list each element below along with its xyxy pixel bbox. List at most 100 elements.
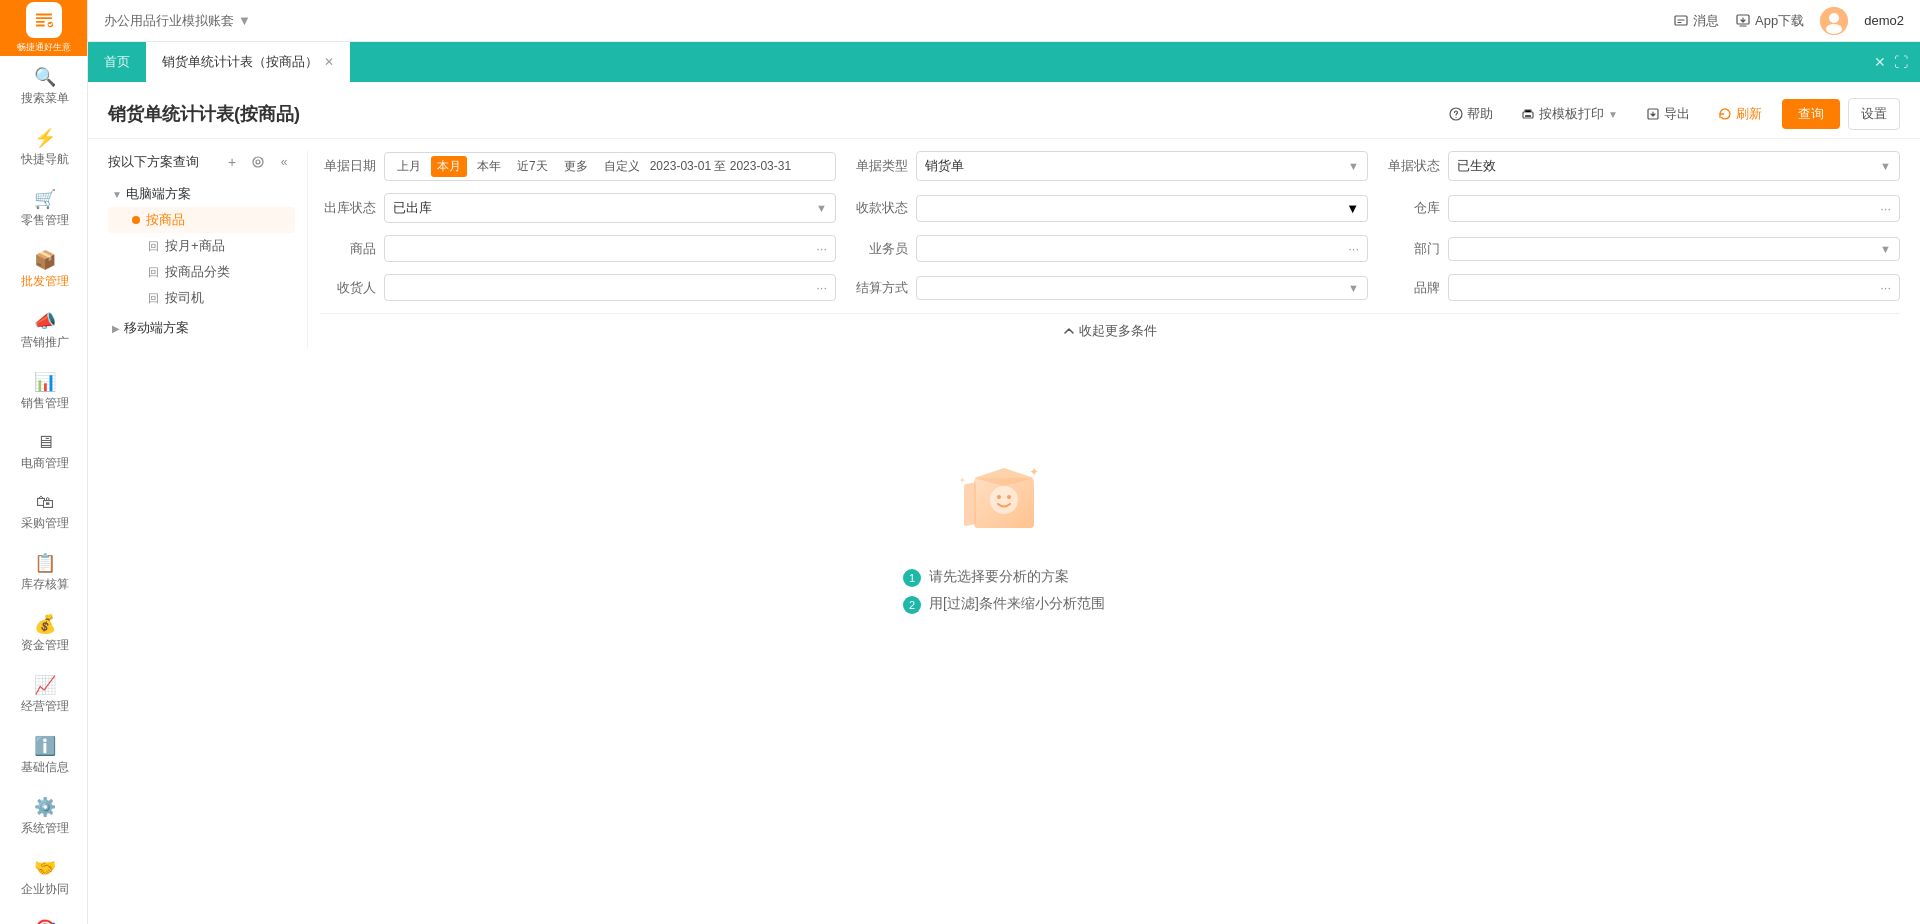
doc-status-select[interactable]: 已生效 ▼ <box>1448 151 1900 181</box>
receipt-status-label: 收款状态 <box>852 199 908 217</box>
sidebar-item-finance[interactable]: 💰 资金管理 <box>0 603 87 664</box>
user-avatar[interactable] <box>1820 7 1848 35</box>
sidebar-item-cooperation[interactable]: 🤝 企业协同 <box>0 847 87 908</box>
brand-dots[interactable]: ··· <box>1880 280 1891 295</box>
consignee-dots[interactable]: ··· <box>816 280 827 295</box>
warehouse-control[interactable]: ··· <box>1448 195 1900 222</box>
tabbar: 首页 销货单统计计表（按商品） ✕ ✕ ⛶ <box>88 42 1920 82</box>
sidebar-item-purchase[interactable]: 🛍 采购管理 <box>0 482 87 542</box>
scheme-group-mobile-title[interactable]: ▶ 移动端方案 <box>108 315 295 341</box>
scheme-group-expand-icon: ▼ <box>112 189 122 200</box>
query-button[interactable]: 查询 <box>1782 99 1840 129</box>
cooperation-icon: 🤝 <box>34 857 56 879</box>
print-label: 按模板打印 <box>1539 105 1604 123</box>
sidebar-item-operation[interactable]: 📈 经营管理 <box>0 664 87 725</box>
page-header-actions: 帮助 按模板打印 ▼ 导出 刷新 查询 设置 <box>1441 98 1900 130</box>
sidebar-item-quick-nav[interactable]: ⚡ 快捷导航 <box>0 117 87 178</box>
date-pill-last-7[interactable]: 近7天 <box>511 156 554 177</box>
dropdown-icon[interactable]: ▼ <box>238 13 251 28</box>
warehouse-dots[interactable]: ··· <box>1880 201 1891 216</box>
sidebar-item-sales[interactable]: 📊 销售管理 <box>0 361 87 422</box>
tip-num-1: 1 <box>903 569 921 587</box>
app-download-button[interactable]: App下载 <box>1735 12 1804 30</box>
svg-rect-9 <box>1525 115 1531 117</box>
scheme-group-pc-title[interactable]: ▼ 电脑端方案 <box>108 181 295 207</box>
sidebar-item-label: 电商管理 <box>21 455 69 472</box>
scheme-collapse-icon[interactable]: « <box>273 151 295 173</box>
product-control[interactable]: ··· <box>384 235 836 262</box>
scheme-group-pc: ▼ 电脑端方案 按商品 回 按月+商品 回 按 <box>108 181 295 311</box>
date-pill-custom[interactable]: 自定义 <box>598 156 646 177</box>
app-logo[interactable]: 畅捷通好生意 <box>0 0 87 56</box>
tab-home-label: 首页 <box>104 53 130 71</box>
empty-tips: 1 请先选择要分析的方案 2 用[过滤]条件来缩小分析范围 <box>903 568 1105 614</box>
payment-method-select[interactable]: ▼ <box>916 276 1368 300</box>
consignee-label: 收货人 <box>320 279 376 297</box>
app-download-label: App下载 <box>1755 12 1804 30</box>
tab-close-icon[interactable]: ✕ <box>324 55 334 69</box>
date-pill-more[interactable]: 更多 <box>558 156 594 177</box>
scheme-edit-icon[interactable] <box>247 151 269 173</box>
out-status-value: 已出库 <box>393 199 812 217</box>
empty-tip-1: 1 请先选择要分析的方案 <box>903 568 1105 587</box>
product-dots[interactable]: ··· <box>816 241 827 256</box>
sidebar-item-label: 批发管理 <box>21 273 69 290</box>
brand-control[interactable]: ··· <box>1448 274 1900 301</box>
sidebar-item-search[interactable]: 🔍 搜索菜单 <box>0 56 87 117</box>
salesperson-dots[interactable]: ··· <box>1348 241 1359 256</box>
sidebar-item-system[interactable]: ⚙️ 系统管理 <box>0 786 87 847</box>
query-actions: 查询 设置 <box>1782 98 1900 130</box>
scheme-child-by-product[interactable]: 按商品 <box>108 207 295 233</box>
filter-salesperson: 业务员 ··· <box>852 235 1368 262</box>
receipt-status-control[interactable]: ▼ <box>916 195 1368 222</box>
topbar-actions: 消息 App下载 demo2 <box>1673 7 1904 35</box>
date-pill-this-year[interactable]: 本年 <box>471 156 507 177</box>
tab-fullscreen-icon[interactable]: ⛶ <box>1894 54 1908 70</box>
scheme-tree: ▼ 电脑端方案 按商品 回 按月+商品 回 按 <box>108 181 295 341</box>
guide-icon: 🎯 <box>34 918 56 924</box>
svg-point-16 <box>997 495 1001 499</box>
scheme-panel-title: 按以下方案查询 <box>108 153 215 171</box>
department-select[interactable]: ▼ <box>1448 237 1900 261</box>
export-button[interactable]: 导出 <box>1638 101 1698 127</box>
basic-info-icon: ℹ️ <box>34 735 56 757</box>
message-button[interactable]: 消息 <box>1673 12 1719 30</box>
page-header: 销货单统计计表(按商品) 帮助 按模板打印 ▼ 导出 刷新 <box>88 82 1920 139</box>
sidebar-item-label: 快捷导航 <box>21 151 69 168</box>
consignee-control[interactable]: ··· <box>384 274 836 301</box>
print-dropdown-icon[interactable]: ▼ <box>1608 109 1618 120</box>
sidebar-item-marketing[interactable]: 📣 营销推广 <box>0 300 87 361</box>
ecommerce-icon: 🖥 <box>36 432 54 453</box>
tab-home[interactable]: 首页 <box>88 42 146 82</box>
sidebar-item-ecommerce[interactable]: 🖥 电商管理 <box>0 422 87 482</box>
collapse-row: 收起更多条件 <box>320 313 1900 348</box>
refresh-button[interactable]: 刷新 <box>1710 101 1770 127</box>
date-pill-last-month[interactable]: 上月 <box>391 156 427 177</box>
scheme-child-by-category[interactable]: 回 按商品分类 <box>108 259 295 285</box>
scheme-add-icon[interactable]: + <box>221 151 243 173</box>
sidebar-item-guide[interactable]: 🎯 新手引导 <box>0 908 87 924</box>
help-button[interactable]: 帮助 <box>1441 101 1501 127</box>
print-button[interactable]: 按模板打印 ▼ <box>1513 101 1626 127</box>
out-status-select[interactable]: 已出库 ▼ <box>384 193 836 223</box>
sidebar-item-wholesale[interactable]: 📦 批发管理 <box>0 239 87 300</box>
scheme-child-by-driver[interactable]: 回 按司机 <box>108 285 295 311</box>
sidebar-item-basic-info[interactable]: ℹ️ 基础信息 <box>0 725 87 786</box>
doc-type-label: 单据类型 <box>852 157 908 175</box>
scheme-child-by-month-product[interactable]: 回 按月+商品 <box>108 233 295 259</box>
tab-minimize-icon[interactable]: ✕ <box>1874 54 1886 70</box>
user-name[interactable]: demo2 <box>1864 13 1904 28</box>
sidebar-item-retail[interactable]: 🛒 零售管理 <box>0 178 87 239</box>
tab-sales-stats[interactable]: 销货单统计计表（按商品） ✕ <box>146 42 350 82</box>
doc-type-select[interactable]: 销货单 ▼ <box>916 151 1368 181</box>
svg-point-11 <box>253 157 263 167</box>
date-pill-this-month[interactable]: 本月 <box>431 156 467 177</box>
setting-button[interactable]: 设置 <box>1848 98 1900 130</box>
purchase-icon: 🛍 <box>36 492 54 513</box>
salesperson-control[interactable]: ··· <box>916 235 1368 262</box>
scheme-group-collapse-icon: ▶ <box>112 323 120 334</box>
collapse-button[interactable]: 收起更多条件 <box>1063 322 1157 340</box>
sidebar-item-inventory[interactable]: 📋 库存核算 <box>0 542 87 603</box>
product-label: 商品 <box>320 240 376 258</box>
tip-text-2: 用[过滤]条件来缩小分析范围 <box>929 595 1105 613</box>
